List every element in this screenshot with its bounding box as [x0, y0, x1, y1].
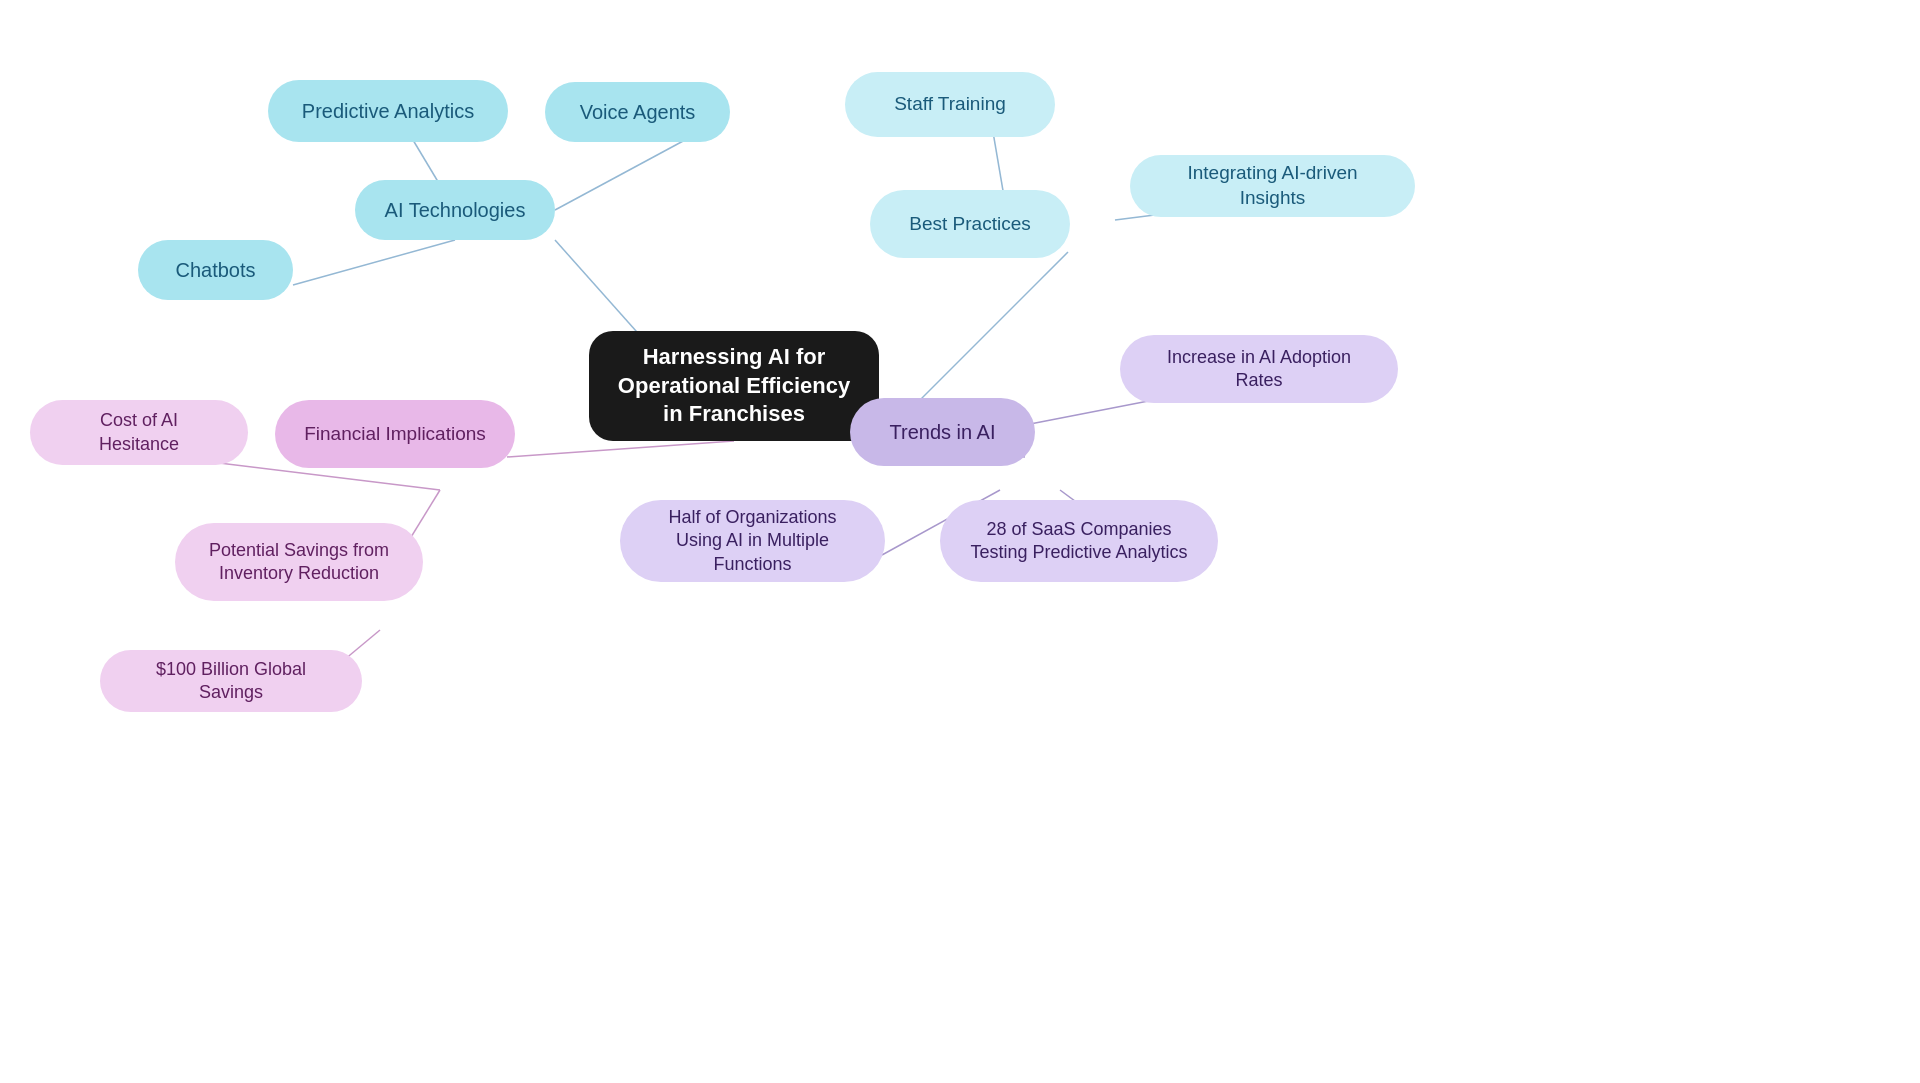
staff-training-label: Staff Training	[894, 92, 1006, 117]
node-potential-savings: Potential Savings from Inventory Reducti…	[175, 523, 423, 601]
node-predictive-analytics: Predictive Analytics	[268, 80, 508, 142]
half-orgs-label: Half of Organizations Using AI in Multip…	[648, 506, 857, 576]
node-half-orgs: Half of Organizations Using AI in Multip…	[620, 500, 885, 582]
node-ai-technologies: AI Technologies	[355, 180, 555, 240]
ai-tech-label: AI Technologies	[385, 197, 526, 223]
trends-label: Trends in AI	[890, 419, 996, 445]
center-node: Harnessing AI for Operational Efficiency…	[589, 331, 879, 441]
saas-label: 28 of SaaS Companies Testing Predictive …	[968, 518, 1190, 565]
increase-adoption-label: Increase in AI Adoption Rates	[1148, 346, 1370, 393]
potential-savings-label: Potential Savings from Inventory Reducti…	[203, 539, 395, 586]
node-financial-implications: Financial Implications	[275, 400, 515, 468]
financial-label: Financial Implications	[304, 422, 486, 447]
node-trends-ai: Trends in AI	[850, 398, 1035, 466]
global-savings-label: $100 Billion Global Savings	[128, 658, 334, 705]
node-integrating-ai: Integrating AI-driven Insights	[1130, 155, 1415, 217]
svg-line-6	[293, 240, 455, 285]
best-practices-label: Best Practices	[909, 212, 1030, 237]
integrating-label: Integrating AI-driven Insights	[1158, 161, 1387, 210]
node-chatbots: Chatbots	[138, 240, 293, 300]
svg-line-5	[555, 140, 685, 210]
node-cost-hesitance: Cost of AI Hesitance	[30, 400, 248, 465]
node-voice-agents: Voice Agents	[545, 82, 730, 142]
chatbots-label: Chatbots	[175, 257, 255, 283]
svg-line-2	[507, 441, 734, 457]
center-label: Harnessing AI for Operational Efficiency…	[617, 343, 851, 429]
predictive-label: Predictive Analytics	[302, 98, 474, 124]
node-staff-training: Staff Training	[845, 72, 1055, 137]
node-saas-companies: 28 of SaaS Companies Testing Predictive …	[940, 500, 1218, 582]
node-increase-adoption: Increase in AI Adoption Rates	[1120, 335, 1398, 403]
node-best-practices: Best Practices	[870, 190, 1070, 258]
cost-hesitance-label: Cost of AI Hesitance	[58, 409, 220, 456]
voice-agents-label: Voice Agents	[580, 99, 696, 125]
node-global-savings: $100 Billion Global Savings	[100, 650, 362, 712]
